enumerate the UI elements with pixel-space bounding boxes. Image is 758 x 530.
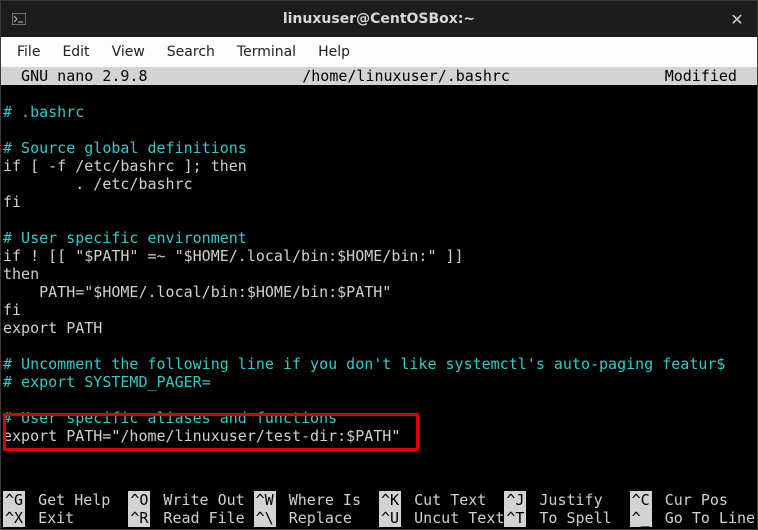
- shortcut-cell: ^\ Replace: [254, 509, 379, 527]
- shortcut-cell: ^J Justify: [504, 491, 629, 509]
- buffer-line: [3, 391, 755, 409]
- shortcut-cell: ^O Write Out: [128, 491, 253, 509]
- buffer-line: if [ -f /etc/bashrc ]; then: [3, 157, 755, 175]
- shortcut-cell: ^K Cut Text: [379, 491, 504, 509]
- buffer-line: # User specific environment: [3, 229, 755, 247]
- menu-edit[interactable]: Edit: [52, 40, 99, 64]
- shortcut-label: Write Out: [154, 491, 244, 509]
- window-title: linuxuser@CentOSBox:~: [1, 11, 757, 27]
- buffer-line: fi: [3, 193, 755, 211]
- nano-shortcuts: ^G Get Help^O Write Out^W Where Is^K Cut…: [1, 491, 757, 529]
- shortcut-cell: ^U Uncut Text: [379, 509, 504, 527]
- buffer-line: export PATH: [3, 319, 755, 337]
- shortcut-cell: ^W Where Is: [254, 491, 379, 509]
- menu-file[interactable]: File: [7, 40, 50, 64]
- shortcut-label: Cur Pos: [656, 491, 728, 509]
- shortcut-key: ^X: [3, 509, 25, 527]
- menu-search[interactable]: Search: [157, 40, 225, 64]
- buffer-line: [3, 337, 755, 355]
- shortcut-key: ^G: [3, 491, 25, 509]
- shortcut-key: ^C: [630, 491, 652, 509]
- titlebar: linuxuser@CentOSBox:~ ✕: [1, 1, 757, 37]
- close-button[interactable]: ✕: [717, 1, 757, 37]
- shortcut-key: ^J: [504, 491, 526, 509]
- shortcut-cell: ^X Exit: [3, 509, 128, 527]
- shortcut-cell: ^T To Spell: [504, 509, 629, 527]
- nano-status-line: GNU nano 2.9.8 /home/linuxuser/.bashrc M…: [1, 67, 757, 85]
- shortcut-label: Replace: [280, 509, 352, 527]
- shortcut-label: Get Help: [29, 491, 110, 509]
- shortcut-key: ^O: [128, 491, 150, 509]
- shortcut-key: ^K: [379, 491, 401, 509]
- shortcut-label: Go To Line: [656, 509, 755, 527]
- nano-filename: /home/linuxuser/.bashrc: [148, 67, 665, 85]
- shortcut-row-1: ^G Get Help^O Write Out^W Where Is^K Cut…: [3, 491, 755, 509]
- shortcut-row-2: ^X Exit^R Read File^\ Replace^U Uncut Te…: [3, 509, 755, 527]
- menu-help[interactable]: Help: [308, 40, 360, 64]
- shortcut-label: To Spell: [530, 509, 611, 527]
- shortcut-cell: ^_ Go To Line: [630, 509, 755, 527]
- buffer-line: if ! [[ "$PATH" =~ "$HOME/.local/bin:$HO…: [3, 247, 755, 265]
- terminal-area[interactable]: GNU nano 2.9.8 /home/linuxuser/.bashrc M…: [1, 67, 757, 529]
- buffer-line: # .bashrc: [3, 103, 755, 121]
- buffer-line: [3, 121, 755, 139]
- buffer-line: PATH="$HOME/.local/bin:$HOME/bin:$PATH": [3, 283, 755, 301]
- shortcut-label: Where Is: [280, 491, 361, 509]
- shortcut-key: ^_: [630, 509, 652, 527]
- shortcut-key: ^\: [254, 509, 276, 527]
- buffer-line: # Source global definitions: [3, 139, 755, 157]
- buffer-line: # Uncomment the following line if you do…: [3, 355, 755, 373]
- buffer-line: [3, 85, 755, 103]
- buffer-line: # User specific aliases and functions: [3, 409, 755, 427]
- menubar: File Edit View Search Terminal Help: [1, 37, 757, 67]
- nano-modified: Modified: [665, 67, 755, 85]
- shortcut-cell: ^G Get Help: [3, 491, 128, 509]
- shortcut-key: ^W: [254, 491, 276, 509]
- buffer-line: export PATH="/home/linuxuser/test-dir:$P…: [3, 427, 755, 445]
- shortcut-label: Cut Text: [405, 491, 486, 509]
- shortcut-cell: ^C Cur Pos: [630, 491, 755, 509]
- shortcut-label: Uncut Text: [405, 509, 504, 527]
- buffer-line: [3, 211, 755, 229]
- shortcut-label: Read File: [154, 509, 244, 527]
- menu-view[interactable]: View: [102, 40, 155, 64]
- menu-terminal[interactable]: Terminal: [227, 40, 306, 64]
- buffer-line: then: [3, 265, 755, 283]
- shortcut-key: ^T: [504, 509, 526, 527]
- shortcut-label: Exit: [29, 509, 74, 527]
- close-icon: ✕: [730, 10, 743, 29]
- nano-version: GNU nano 2.9.8: [3, 67, 148, 85]
- nano-buffer[interactable]: # .bashrc # Source global definitionsif […: [1, 85, 757, 445]
- shortcut-label: Justify: [530, 491, 602, 509]
- shortcut-key: ^R: [128, 509, 150, 527]
- terminal-window: linuxuser@CentOSBox:~ ✕ File Edit View S…: [0, 0, 758, 530]
- terminal-app-icon: [11, 11, 27, 27]
- buffer-line: # export SYSTEMD_PAGER=: [3, 373, 755, 391]
- buffer-line: . /etc/bashrc: [3, 175, 755, 193]
- shortcut-key: ^U: [379, 509, 401, 527]
- buffer-line: fi: [3, 301, 755, 319]
- shortcut-cell: ^R Read File: [128, 509, 253, 527]
